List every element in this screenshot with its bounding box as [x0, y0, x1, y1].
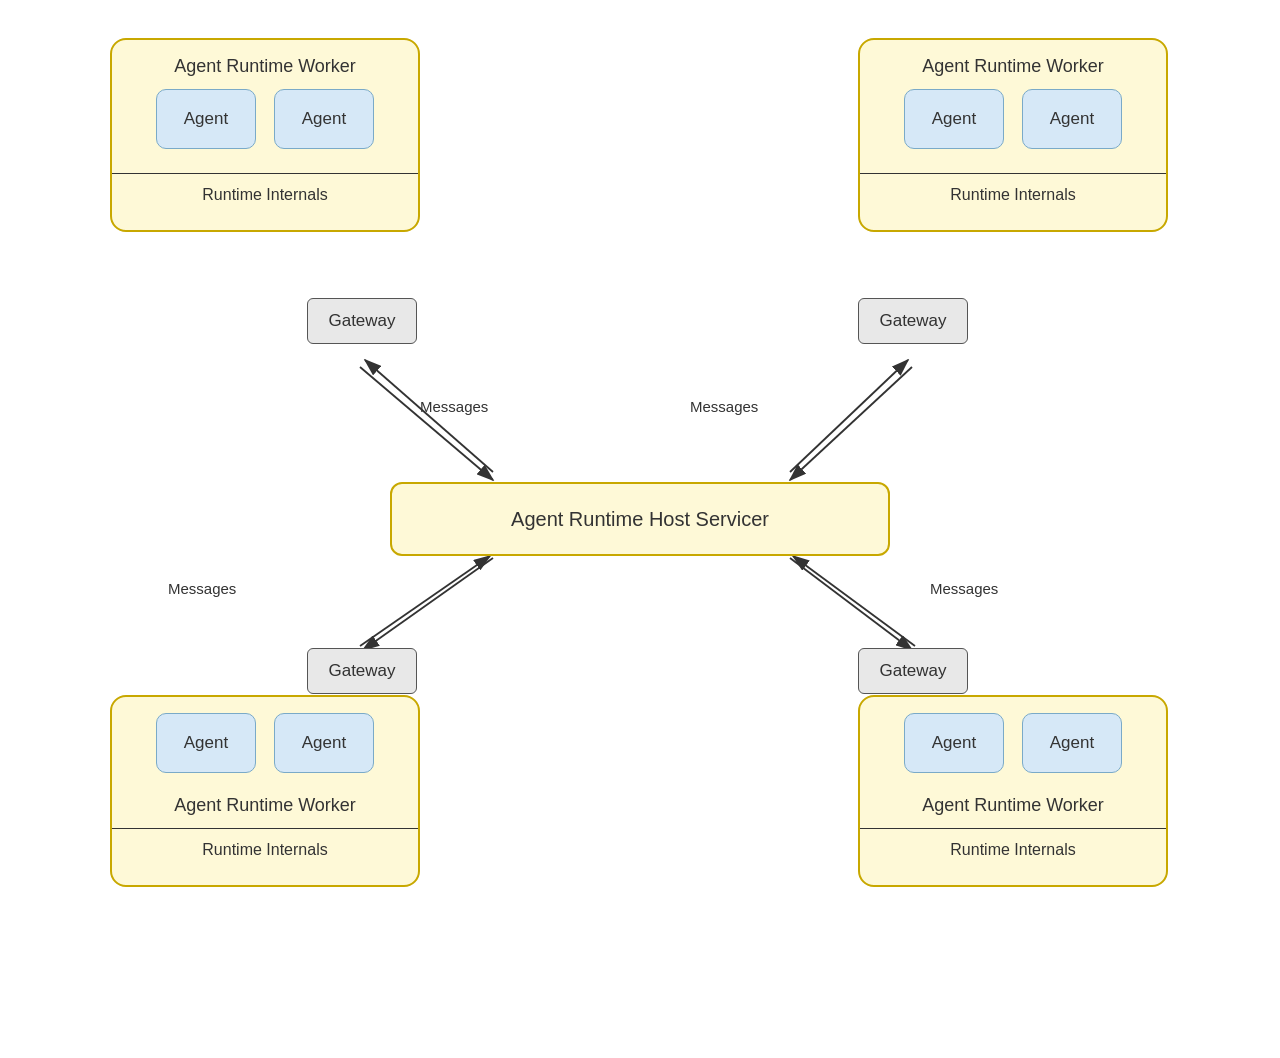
- worker-top-section-br: Agent Agent Agent Runtime Worker: [860, 697, 1166, 824]
- worker-title-bl: Agent Runtime Worker: [174, 795, 356, 816]
- agent-box-tl-2: Agent: [274, 89, 374, 149]
- worker-top-section-bl: Agent Agent Agent Runtime Worker: [112, 697, 418, 824]
- gateway-label-br: Gateway: [879, 661, 946, 681]
- worker-top-section-tr: Agent Runtime Worker Agent Agent: [860, 40, 1166, 169]
- agent-box-bl-1: Agent: [156, 713, 256, 773]
- gateway-box-tr: Gateway: [858, 298, 968, 344]
- agent-box-bl-2: Agent: [274, 713, 374, 773]
- gateway-label-tl: Gateway: [328, 311, 395, 331]
- svg-line-7: [360, 556, 490, 646]
- svg-line-8: [790, 558, 912, 650]
- messages-label-bl: Messages: [168, 580, 236, 597]
- host-servicer-box: Agent Runtime Host Servicer: [390, 482, 890, 556]
- gateway-label-tr: Gateway: [879, 311, 946, 331]
- svg-line-6: [363, 558, 493, 650]
- gateway-label-bl: Gateway: [328, 661, 395, 681]
- worker-title-br: Agent Runtime Worker: [922, 795, 1104, 816]
- agents-row-tr: Agent Agent: [904, 89, 1122, 149]
- gateway-box-tl: Gateway: [307, 298, 417, 344]
- svg-line-5: [790, 360, 908, 472]
- runtime-internals-tl: Runtime Internals: [202, 186, 327, 204]
- messages-label-tr: Messages: [690, 398, 758, 415]
- worker-box-top-left: Agent Runtime Worker Agent Agent Runtime…: [110, 38, 420, 232]
- diagram-container: Agent Runtime Worker Agent Agent Runtime…: [0, 0, 1280, 1058]
- host-servicer-label: Agent Runtime Host Servicer: [511, 508, 769, 531]
- worker-bottom-section-br: Runtime Internals: [860, 833, 1166, 885]
- svg-line-4: [790, 367, 912, 480]
- worker-top-section-tl: Agent Runtime Worker Agent Agent: [112, 40, 418, 169]
- gateway-box-bl: Gateway: [307, 648, 417, 694]
- agent-box-br-2: Agent: [1022, 713, 1122, 773]
- worker-bottom-section-tr: Runtime Internals: [860, 178, 1166, 230]
- worker-box-bottom-right: Agent Agent Agent Runtime Worker Runtime…: [858, 695, 1168, 887]
- svg-line-2: [360, 367, 493, 480]
- agents-row-tl: Agent Agent: [156, 89, 374, 149]
- worker-bottom-section-tl: Runtime Internals: [112, 178, 418, 230]
- agents-row-bl: Agent Agent: [156, 713, 374, 773]
- agent-box-tl-1: Agent: [156, 89, 256, 149]
- worker-title-tl: Agent Runtime Worker: [174, 56, 356, 77]
- svg-line-3: [365, 360, 493, 472]
- worker-divider-tl: [112, 173, 418, 174]
- agent-box-tr-1: Agent: [904, 89, 1004, 149]
- agent-box-tr-2: Agent: [1022, 89, 1122, 149]
- agent-box-br-1: Agent: [904, 713, 1004, 773]
- gateway-box-br: Gateway: [858, 648, 968, 694]
- worker-title-tr: Agent Runtime Worker: [922, 56, 1104, 77]
- messages-label-br: Messages: [930, 580, 998, 597]
- runtime-internals-br: Runtime Internals: [950, 841, 1075, 859]
- svg-line-9: [793, 556, 915, 646]
- runtime-internals-tr: Runtime Internals: [950, 186, 1075, 204]
- worker-divider-br: [860, 828, 1166, 829]
- worker-divider-bl: [112, 828, 418, 829]
- worker-box-bottom-left: Agent Agent Agent Runtime Worker Runtime…: [110, 695, 420, 887]
- worker-divider-tr: [860, 173, 1166, 174]
- messages-label-tl: Messages: [420, 398, 488, 415]
- worker-box-top-right: Agent Runtime Worker Agent Agent Runtime…: [858, 38, 1168, 232]
- worker-bottom-section-bl: Runtime Internals: [112, 833, 418, 885]
- agents-row-br: Agent Agent: [904, 713, 1122, 773]
- runtime-internals-bl: Runtime Internals: [202, 841, 327, 859]
